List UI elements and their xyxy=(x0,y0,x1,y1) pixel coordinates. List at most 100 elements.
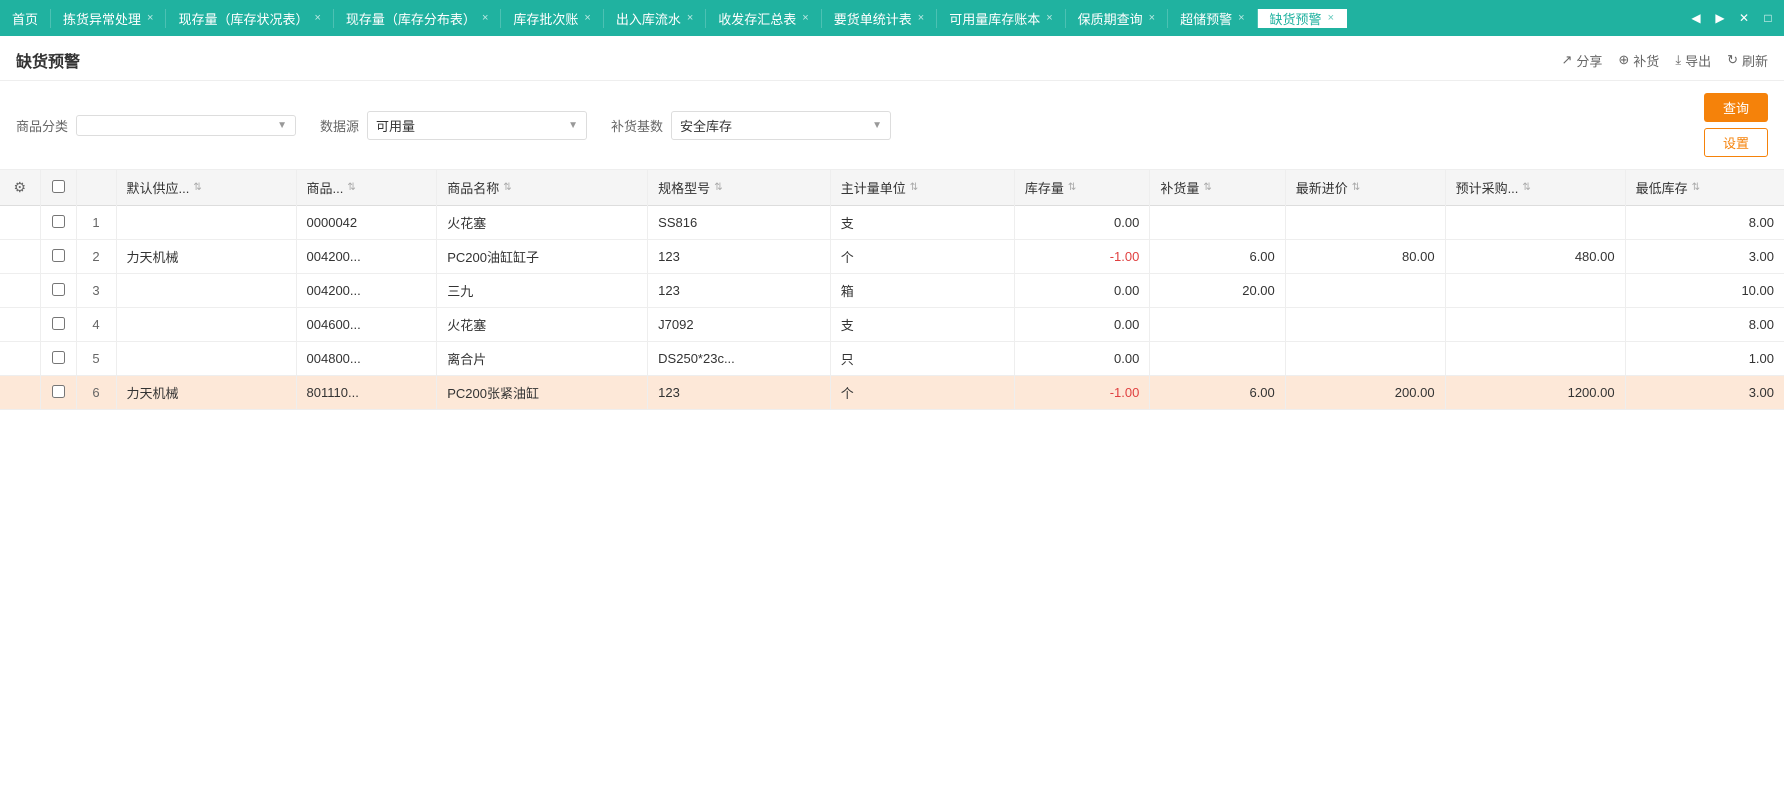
tab-maximize[interactable]: □ xyxy=(1756,6,1780,30)
row-product-code: 0000042 xyxy=(296,206,437,240)
row-checkbox-cell[interactable] xyxy=(40,240,76,274)
tab-item-0[interactable]: 首页 xyxy=(0,9,51,28)
tab-close-btn[interactable]: × xyxy=(314,12,320,24)
column-min-stock[interactable]: 最低库存⇅ xyxy=(1625,170,1784,206)
table-row[interactable]: 5 004800... 离合片 DS250*23c... 只 0.00 1.00 xyxy=(0,342,1784,376)
row-checkbox-cell[interactable] xyxy=(40,342,76,376)
tab-close-btn[interactable]: × xyxy=(147,12,153,24)
row-unit: 支 xyxy=(830,308,1014,342)
column-product-code[interactable]: 商品...⇅ xyxy=(296,170,437,206)
replenish-icon: ⊕ xyxy=(1618,52,1629,68)
tab-close-btn[interactable]: × xyxy=(482,12,488,24)
tab-close-btn[interactable]: × xyxy=(687,12,693,24)
tab-scroll-left[interactable]: ◀ xyxy=(1684,6,1708,30)
tab-close-btn[interactable]: × xyxy=(802,12,808,24)
row-min-stock: 10.00 xyxy=(1625,274,1784,308)
column-gear[interactable]: ⚙ xyxy=(0,170,40,206)
tab-item-5[interactable]: 出入库流水 × xyxy=(604,9,706,28)
row-checkbox-cell[interactable] xyxy=(40,376,76,410)
row-checkbox[interactable] xyxy=(52,283,65,296)
tab-item-1[interactable]: 拣货异常处理× xyxy=(51,9,166,28)
tab-close-btn[interactable]: × xyxy=(918,12,924,24)
tab-item-9[interactable]: 保质期查询× xyxy=(1066,9,1168,28)
row-replenish-qty xyxy=(1150,206,1285,240)
row-spec: SS816 xyxy=(648,206,831,240)
row-gear-cell xyxy=(0,376,40,410)
row-supplier xyxy=(116,308,296,342)
sort-icon-min-stock: ⇅ xyxy=(1692,182,1700,193)
column-spec[interactable]: 规格型号⇅ xyxy=(648,170,831,206)
table-row[interactable]: 3 004200... 三九 123 箱 0.00 20.00 10.00 xyxy=(0,274,1784,308)
row-number: 2 xyxy=(76,240,116,274)
refresh-icon: ↻ xyxy=(1727,52,1738,68)
tab-item-2[interactable]: 现存量（库存状况表）× xyxy=(166,9,333,28)
tab-item-11[interactable]: 缺货预警× xyxy=(1258,9,1347,28)
table-header-row: ⚙ 默认供应...⇅ 商品...⇅ 商品名称⇅ xyxy=(0,170,1784,206)
column-estimated-purchase[interactable]: 预计采购...⇅ xyxy=(1445,170,1625,206)
replenish-basis-value: 安全库存 xyxy=(680,116,864,135)
table-row[interactable]: 2 力天机械 004200... PC200油缸缸子 123 个 -1.00 6… xyxy=(0,240,1784,274)
table-row[interactable]: 4 004600... 火花塞 J7092 支 0.00 8.00 xyxy=(0,308,1784,342)
settings-button[interactable]: 设置 xyxy=(1704,128,1768,157)
row-checkbox-cell[interactable] xyxy=(40,206,76,240)
tab-close-btn[interactable]: × xyxy=(584,12,590,24)
tab-item-7[interactable]: 要货单统计表 × xyxy=(822,9,937,28)
refresh-button[interactable]: ↻ 刷新 xyxy=(1727,51,1768,70)
gear-icon[interactable]: ⚙ xyxy=(13,179,26,195)
tab-label: 出入库流水 xyxy=(616,9,681,28)
row-spec: 123 xyxy=(648,240,831,274)
tab-item-6[interactable]: 收发存汇总表× xyxy=(706,9,821,28)
tab-bar: 首页拣货异常处理×现存量（库存状况表）×现存量（库存分布表）×库存批次账×出入库… xyxy=(0,0,1784,36)
table-row[interactable]: 6 力天机械 801110... PC200张紧油缸 123 个 -1.00 6… xyxy=(0,376,1784,410)
tab-close-all[interactable]: ✕ xyxy=(1732,6,1756,30)
column-replenish-qty[interactable]: 补货量⇅ xyxy=(1150,170,1285,206)
tab-close-btn[interactable]: × xyxy=(1328,12,1334,24)
category-select[interactable]: ▼ xyxy=(76,115,296,136)
query-button[interactable]: 查询 xyxy=(1704,93,1768,122)
table-row[interactable]: 1 0000042 火花塞 SS816 支 0.00 8.00 xyxy=(0,206,1784,240)
tab-scroll-right[interactable]: ▶ xyxy=(1708,6,1732,30)
column-latest-price[interactable]: 最新进价⇅ xyxy=(1285,170,1445,206)
row-supplier xyxy=(116,206,296,240)
tab-item-10[interactable]: 超储预警× xyxy=(1168,9,1257,28)
replenish-button[interactable]: ⊕ 补货 xyxy=(1618,51,1659,70)
tab-item-3[interactable]: 现存量（库存分布表）× xyxy=(334,9,501,28)
row-checkbox-cell[interactable] xyxy=(40,274,76,308)
column-checkbox[interactable] xyxy=(40,170,76,206)
row-spec: DS250*23c... xyxy=(648,342,831,376)
row-number: 6 xyxy=(76,376,116,410)
tab-close-btn[interactable]: × xyxy=(1238,12,1244,24)
tab-item-4[interactable]: 库存批次账× xyxy=(501,9,603,28)
row-unit: 箱 xyxy=(830,274,1014,308)
header-actions: ↗ 分享 ⊕ 补货 ⤓ 导出 ↻ 刷新 xyxy=(1561,51,1768,70)
replenish-basis-select[interactable]: 安全库存 ▼ xyxy=(671,111,891,140)
column-product-name[interactable]: 商品名称⇅ xyxy=(437,170,648,206)
row-product-code: 801110... xyxy=(296,376,437,410)
sort-icon-name: ⇅ xyxy=(503,182,511,193)
row-checkbox-cell[interactable] xyxy=(40,308,76,342)
datasource-select[interactable]: 可用量 ▼ xyxy=(367,111,587,140)
row-checkbox[interactable] xyxy=(52,249,65,262)
row-stock: -1.00 xyxy=(1014,240,1149,274)
tab-close-btn[interactable]: × xyxy=(1046,12,1052,24)
tab-close-btn[interactable]: × xyxy=(1149,12,1155,24)
select-all-checkbox[interactable] xyxy=(52,180,65,193)
row-unit: 只 xyxy=(830,342,1014,376)
column-stock[interactable]: 库存量⇅ xyxy=(1014,170,1149,206)
row-product-name: 离合片 xyxy=(437,342,648,376)
tab-label: 要货单统计表 xyxy=(834,9,912,28)
row-checkbox[interactable] xyxy=(52,317,65,330)
column-unit[interactable]: 主计量单位⇅ xyxy=(830,170,1014,206)
tab-item-8[interactable]: 可用量库存账本× xyxy=(937,9,1065,28)
share-button[interactable]: ↗ 分享 xyxy=(1561,51,1602,70)
row-supplier xyxy=(116,274,296,308)
export-button[interactable]: ⤓ 导出 xyxy=(1675,51,1711,70)
row-product-code: 004200... xyxy=(296,240,437,274)
row-checkbox[interactable] xyxy=(52,215,65,228)
row-checkbox[interactable] xyxy=(52,351,65,364)
row-replenish-qty xyxy=(1150,308,1285,342)
row-product-code: 004600... xyxy=(296,308,437,342)
column-default-supplier[interactable]: 默认供应...⇅ xyxy=(116,170,296,206)
row-checkbox[interactable] xyxy=(52,385,65,398)
row-estimated-purchase xyxy=(1445,308,1625,342)
